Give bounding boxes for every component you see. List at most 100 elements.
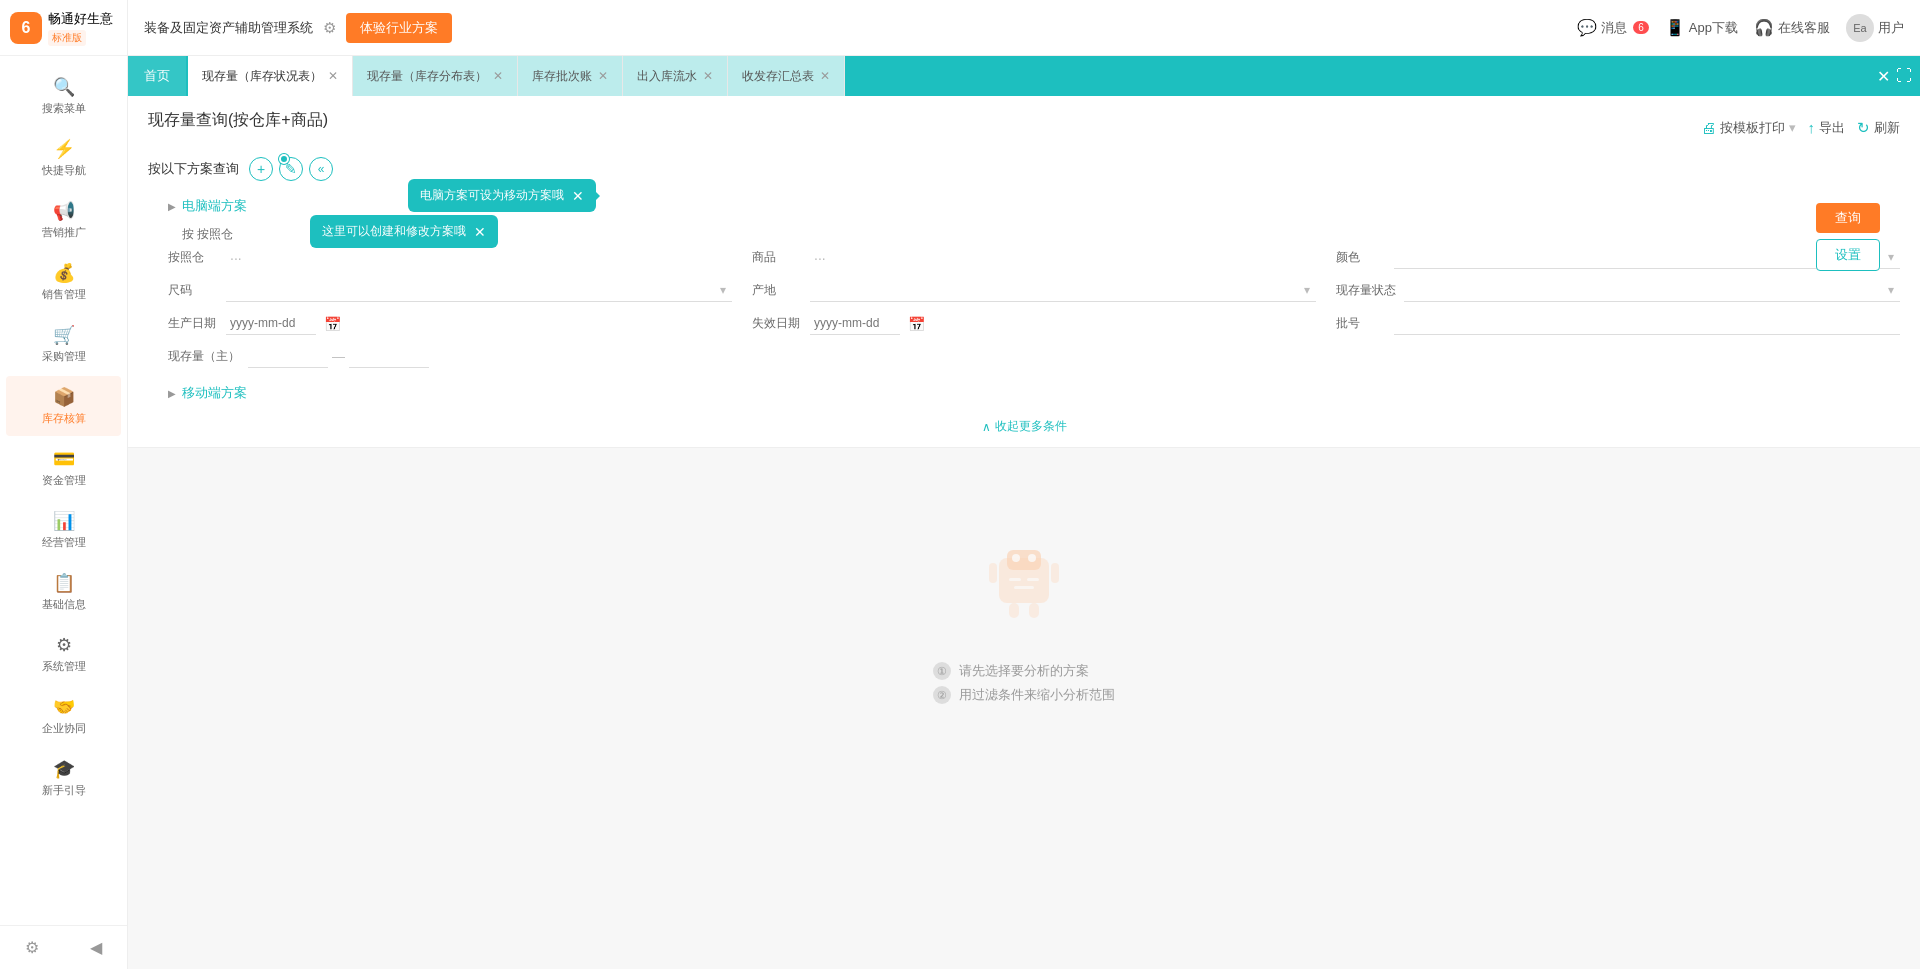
refresh-btn[interactable]: ↻ 刷新 <box>1857 119 1900 137</box>
sidebar-item-base[interactable]: 📋 基础信息 <box>6 562 121 622</box>
sidebar-item-collab[interactable]: 🤝 企业协同 <box>6 686 121 746</box>
tab-inout-flow[interactable]: 出入库流水 ✕ <box>623 56 728 96</box>
batch-input[interactable] <box>1394 312 1900 335</box>
produce-date-range: 📅 <box>226 312 732 335</box>
print-label: 按模板打印 <box>1720 119 1785 137</box>
tooltip2-text: 这里可以创建和修改方案哦 <box>322 223 466 240</box>
tab-batch-account-label: 库存批次账 <box>532 68 592 85</box>
industry-btn[interactable]: 体验行业方案 <box>346 13 452 43</box>
sidebar-item-guide[interactable]: 🎓 新手引导 <box>6 748 121 808</box>
sidebar-item-inventory[interactable]: 📦 库存核算 <box>6 376 121 436</box>
expire-date-start[interactable] <box>810 312 900 335</box>
support-icon: 🎧 <box>1754 18 1774 37</box>
tab-receive-summary-close[interactable]: ✕ <box>820 69 830 83</box>
settings-icon[interactable]: ⚙ <box>25 938 39 957</box>
sidebar-item-quick[interactable]: ⚡ 快捷导航 <box>6 128 121 188</box>
sidebar-item-operations[interactable]: 📊 经营管理 <box>6 500 121 560</box>
filter-size: 尺码 ▾ <box>168 279 732 302</box>
export-label: 导出 <box>1819 119 1845 137</box>
tab-inventory-dist-close[interactable]: ✕ <box>493 69 503 83</box>
collapse-label: 收起更多条件 <box>995 418 1067 435</box>
svg-rect-9 <box>1009 603 1019 618</box>
tab-inventory-dist[interactable]: 现存量（库存分布表） ✕ <box>353 56 518 96</box>
tab-batch-account-close[interactable]: ✕ <box>598 69 608 83</box>
app-download-action[interactable]: 📱 App下载 <box>1665 18 1738 37</box>
sidebar-item-system[interactable]: ⚙ 系统管理 <box>6 624 121 684</box>
reset-btn[interactable]: 设置 <box>1816 239 1880 271</box>
origin-label: 产地 <box>752 282 802 299</box>
collab-icon: 🤝 <box>53 696 75 718</box>
logo-text-block: 畅通好生意 标准版 <box>48 10 113 46</box>
online-support-action[interactable]: 🎧 在线客服 <box>1754 18 1830 37</box>
tab-inventory-status-label: 现存量（库存状况表） <box>202 68 322 85</box>
tab-inventory-status-close[interactable]: ✕ <box>328 69 338 83</box>
sidebar-item-marketing[interactable]: 📢 营销推广 <box>6 190 121 250</box>
tab-inout-flow-close[interactable]: ✕ <box>703 69 713 83</box>
tab-home[interactable]: 首页 <box>128 56 186 96</box>
phone-icon: 📱 <box>1665 18 1685 37</box>
stock-main-range: — <box>248 345 429 368</box>
tabs-close-all-icon[interactable]: ✕ <box>1877 67 1890 86</box>
page-content: 现存量查询(按仓库+商品) 🖨 按模板打印 ▾ ↑ 导出 ↻ 刷新 <box>128 96 1920 969</box>
tabs-fullscreen-icon[interactable]: ⛶ <box>1896 67 1912 85</box>
filter-row-2: 尺码 ▾ 产地 ▾ <box>148 279 1900 302</box>
stock-status-select[interactable]: ▾ <box>1404 279 1900 302</box>
scheme-desktop-label: 电脑端方案 <box>182 197 247 215</box>
tab-inventory-dist-label: 现存量（库存分布表） <box>367 68 487 85</box>
scheme-mobile-arrow: ▶ <box>168 388 176 399</box>
sidebar-item-guide-label: 新手引导 <box>42 783 86 798</box>
export-btn[interactable]: ↑ 导出 <box>1808 119 1846 137</box>
svg-rect-7 <box>989 563 997 583</box>
finance-icon: 💳 <box>53 448 75 470</box>
color-label: 颜色 <box>1336 249 1386 266</box>
stock-main-start[interactable] <box>248 345 328 368</box>
tab-inventory-status[interactable]: 现存量（库存状况表） ✕ <box>188 56 353 96</box>
expire-date-calendar-icon[interactable]: 📅 <box>908 316 925 332</box>
stock-status-label: 现存量状态 <box>1336 282 1396 299</box>
sidebar-item-purchase[interactable]: 🛒 采购管理 <box>6 314 121 374</box>
scheme-mobile-item[interactable]: ▶ 移动端方案 <box>158 380 1900 406</box>
size-select[interactable]: ▾ <box>226 279 732 302</box>
add-scheme-btn[interactable]: + <box>249 157 273 181</box>
color-chevron-icon: ▾ <box>1888 250 1894 264</box>
print-btn[interactable]: 🖨 按模板打印 ▾ <box>1701 119 1796 137</box>
collapse-sidebar-icon[interactable]: ◀ <box>90 938 102 957</box>
origin-select[interactable]: ▾ <box>810 279 1316 302</box>
filter-origin: 产地 ▾ <box>752 279 1316 302</box>
produce-date-start[interactable] <box>226 312 316 335</box>
filter-stock-main: 现存量（主） — <box>168 345 429 368</box>
query-btn[interactable]: 查询 <box>1816 203 1880 233</box>
edit-scheme-btn[interactable]: ✎ <box>279 157 303 181</box>
user-action[interactable]: Ea 用户 <box>1846 14 1904 42</box>
stock-main-label: 现存量（主） <box>168 348 240 365</box>
tab-batch-account[interactable]: 库存批次账 ✕ <box>518 56 623 96</box>
filter-stock-status: 现存量状态 ▾ <box>1336 279 1900 302</box>
collapse-bar[interactable]: ∧ 收起更多条件 <box>148 410 1900 439</box>
step1-label: 请先选择要分析的方案 <box>959 662 1089 680</box>
sidebar-item-base-label: 基础信息 <box>42 597 86 612</box>
header-gear-icon[interactable]: ⚙ <box>323 19 336 37</box>
tabs-bar: 首页 现存量（库存状况表） ✕ 现存量（库存分布表） ✕ 库存批次账 ✕ 出入库… <box>128 56 1920 96</box>
warehouse-dots: ··· <box>230 250 242 266</box>
top-header: 装备及固定资产辅助管理系统 ⚙ 体验行业方案 💬 消息 6 📱 App下载 🎧 … <box>128 0 1920 56</box>
tab-receive-summary[interactable]: 收发存汇总表 ✕ <box>728 56 845 96</box>
tooltip1-close[interactable]: ✕ <box>572 188 584 204</box>
message-action[interactable]: 💬 消息 6 <box>1577 18 1649 37</box>
goods-label: 商品 <box>752 249 802 266</box>
operations-icon: 📊 <box>53 510 75 532</box>
filter-row-3: 生产日期 📅 失效日期 📅 <box>148 312 1900 335</box>
search-icon: 🔍 <box>53 76 75 98</box>
svg-rect-8 <box>1051 563 1059 583</box>
sidebar-item-finance-label: 资金管理 <box>42 473 86 488</box>
filter-warehouse: 按照仓 ··· <box>168 246 732 269</box>
sidebar-item-finance[interactable]: 💳 资金管理 <box>6 438 121 498</box>
sidebar-item-marketing-label: 营销推广 <box>42 225 86 240</box>
back-scheme-btn[interactable]: « <box>309 157 333 181</box>
sidebar-item-search[interactable]: 🔍 搜索菜单 <box>6 66 121 126</box>
empty-step-2: ② 用过滤条件来缩小分析范围 <box>933 683 1115 707</box>
produce-date-calendar-icon[interactable]: 📅 <box>324 316 341 332</box>
sidebar-item-sales[interactable]: 💰 销售管理 <box>6 252 121 312</box>
stock-sep: — <box>332 349 345 364</box>
tooltip2-close[interactable]: ✕ <box>474 224 486 240</box>
stock-main-end[interactable] <box>349 345 429 368</box>
